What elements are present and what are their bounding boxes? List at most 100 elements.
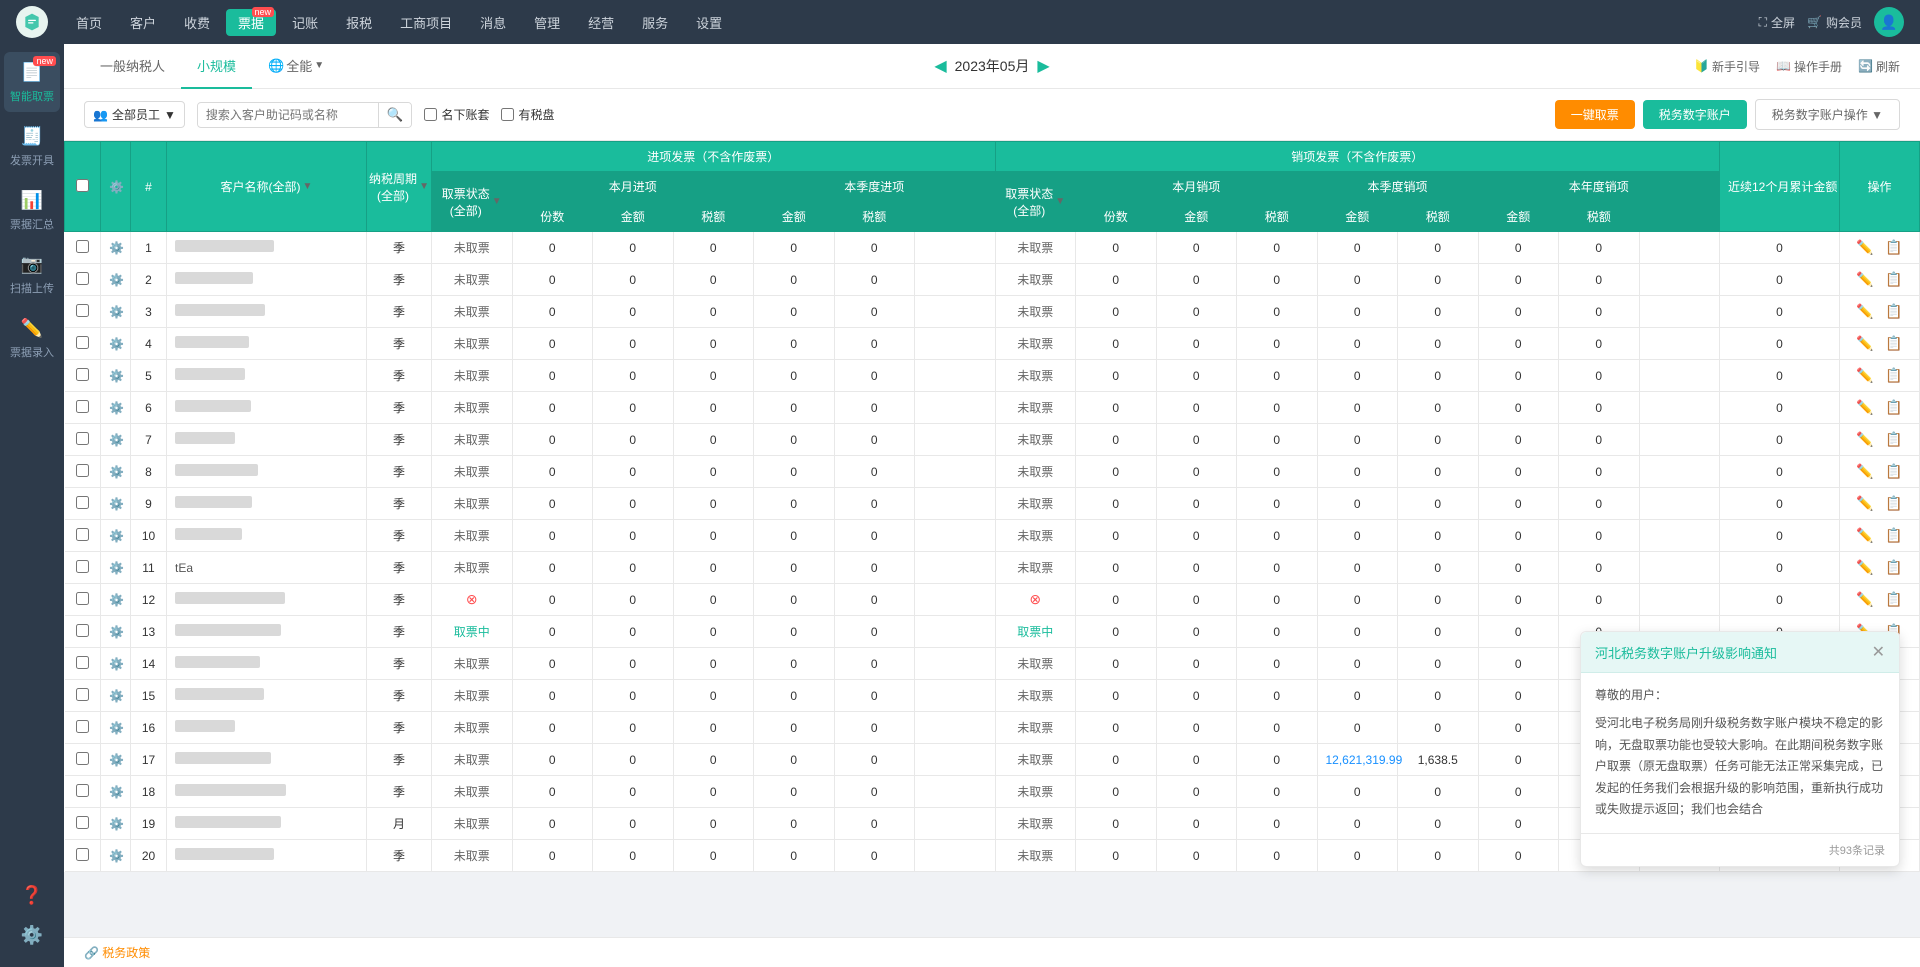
refresh-button[interactable]: 🔄 刷新 [1858,58,1900,75]
sidebar-item-ticket-entry[interactable]: ✏️ 票据录入 [4,308,60,368]
copy-button[interactable]: 📋 [1881,397,1906,418]
copy-button[interactable]: 📋 [1881,557,1906,578]
edit-button[interactable]: ✏️ [1852,269,1877,290]
row-checkbox[interactable] [76,656,89,669]
nav-charge[interactable]: 收费 [172,9,222,36]
copy-button[interactable]: 📋 [1881,461,1906,482]
tab-general-taxpayer[interactable]: 一般纳税人 [84,44,181,89]
edit-button[interactable]: ✏️ [1852,333,1877,354]
row-checkbox[interactable] [76,496,89,509]
edit-button[interactable]: ✏️ [1852,493,1877,514]
row-status-out: 未取票 [995,776,1076,808]
row-in-q-tax: 0 [834,744,915,776]
one-click-ticket-button[interactable]: 一键取票 [1555,100,1635,129]
sidebar-item-invoice-issue[interactable]: 🧾 发票开具 [4,116,60,176]
copy-button[interactable]: 📋 [1881,429,1906,450]
new-guide-button[interactable]: 🔰 新手引导 [1694,58,1760,75]
copy-button[interactable]: 📋 [1881,237,1906,258]
sidebar-item-help[interactable]: ❓ [4,875,60,915]
row-out-tax: 0 [1237,456,1318,488]
member-button[interactable]: 🛒 购会员 [1807,14,1862,31]
digital-account-button[interactable]: 税务数字账户 [1643,100,1747,129]
nav-customer[interactable]: 客户 [118,9,168,36]
row-checkbox[interactable] [76,560,89,573]
status-in-tag: 未取票 [454,753,490,767]
row-out-count: 0 [1076,488,1157,520]
sidebar-item-scan-upload[interactable]: 📷 扫描上传 [4,244,60,304]
row-status-out: 未取票 [995,712,1076,744]
nav-ticket[interactable]: 票据 new [226,9,276,36]
prev-month-button[interactable]: ◀ [934,56,946,76]
row-checkbox[interactable] [76,816,89,829]
search-input[interactable] [198,104,378,126]
next-month-button[interactable]: ▶ [1037,56,1049,76]
row-checkbox[interactable] [76,336,89,349]
row-checkbox[interactable] [76,528,89,541]
user-avatar[interactable]: 👤 [1874,7,1904,37]
edit-button[interactable]: ✏️ [1852,365,1877,386]
tab-all[interactable]: 🌐 全能 ▼ [252,44,340,89]
accounts-checkbox-label[interactable]: 名下账套 [424,106,489,123]
nav-settings[interactable]: 设置 [684,9,734,36]
employee-select[interactable]: 👥 全部员工 ▼ [84,101,185,128]
row-checkbox-cell [65,840,101,872]
row-checkbox[interactable] [76,464,89,477]
accounts-checkbox[interactable] [424,108,437,121]
table-row: ⚙️ 9 季 未取票 0 0 0 0 0 未取票 0 0 0 0 0 0 0 0… [65,488,1920,520]
row-status-in: 未取票 [432,776,513,808]
copy-button[interactable]: 📋 [1881,525,1906,546]
nav-home[interactable]: 首页 [64,9,114,36]
nav-manage[interactable]: 管理 [522,9,572,36]
manual-button[interactable]: 📖 操作手册 [1776,58,1842,75]
nav-service[interactable]: 服务 [630,9,680,36]
popup-close-button[interactable]: ✕ [1872,642,1885,662]
row-checkbox[interactable] [76,304,89,317]
copy-button[interactable]: 📋 [1881,333,1906,354]
copy-button[interactable]: 📋 [1881,365,1906,386]
select-all-checkbox[interactable] [76,179,89,192]
row-in-tax: 0 [673,520,754,552]
row-checkbox[interactable] [76,592,89,605]
sidebar-item-smart-ticket[interactable]: 📄 智能取票 new [4,52,60,112]
row-in-tax: 0 [673,328,754,360]
sidebar-item-ticket-summary[interactable]: 📊 票据汇总 [4,180,60,240]
row-checkbox[interactable] [76,752,89,765]
copy-button[interactable]: 📋 [1881,301,1906,322]
taxdisk-checkbox[interactable] [501,108,514,121]
row-checkbox[interactable] [76,368,89,381]
nav-operation[interactable]: 经营 [576,9,626,36]
edit-button[interactable]: ✏️ [1852,397,1877,418]
row-checkbox-cell [65,328,101,360]
nav-business[interactable]: 工商项目 [388,9,464,36]
edit-button[interactable]: ✏️ [1852,461,1877,482]
nav-tax[interactable]: 报税 [334,9,384,36]
edit-button[interactable]: ✏️ [1852,301,1877,322]
row-checkbox[interactable] [76,240,89,253]
row-checkbox[interactable] [76,624,89,637]
row-checkbox[interactable] [76,720,89,733]
nav-message[interactable]: 消息 [468,9,518,36]
edit-button[interactable]: ✏️ [1852,429,1877,450]
edit-button[interactable]: ✏️ [1852,237,1877,258]
edit-button[interactable]: ✏️ [1852,557,1877,578]
tab-small-scale[interactable]: 小规模 [181,44,252,89]
row-checkbox[interactable] [76,432,89,445]
nav-accounting[interactable]: 记账 [280,9,330,36]
copy-button[interactable]: 📋 [1881,493,1906,514]
row-checkbox[interactable] [76,848,89,861]
row-checkbox[interactable] [76,784,89,797]
copy-button[interactable]: 📋 [1881,269,1906,290]
row-checkbox[interactable] [76,400,89,413]
fullscreen-button[interactable]: ⛶ 全屏 [1759,14,1795,31]
edit-button[interactable]: ✏️ [1852,525,1877,546]
digital-account-ops-button[interactable]: 税务数字账户操作 ▼ [1755,99,1900,130]
edit-button[interactable]: ✏️ [1852,589,1877,610]
row-checkbox[interactable] [76,688,89,701]
copy-button[interactable]: 📋 [1881,589,1906,610]
taxdisk-checkbox-label[interactable]: 有税盘 [501,106,554,123]
search-button[interactable]: 🔍 [378,103,412,127]
row-checkbox[interactable] [76,272,89,285]
tax-policy-link[interactable]: 🔗 税务政策 [84,944,150,961]
sidebar-item-settings[interactable]: ⚙️ [4,915,60,955]
row-customer-name [167,392,367,424]
